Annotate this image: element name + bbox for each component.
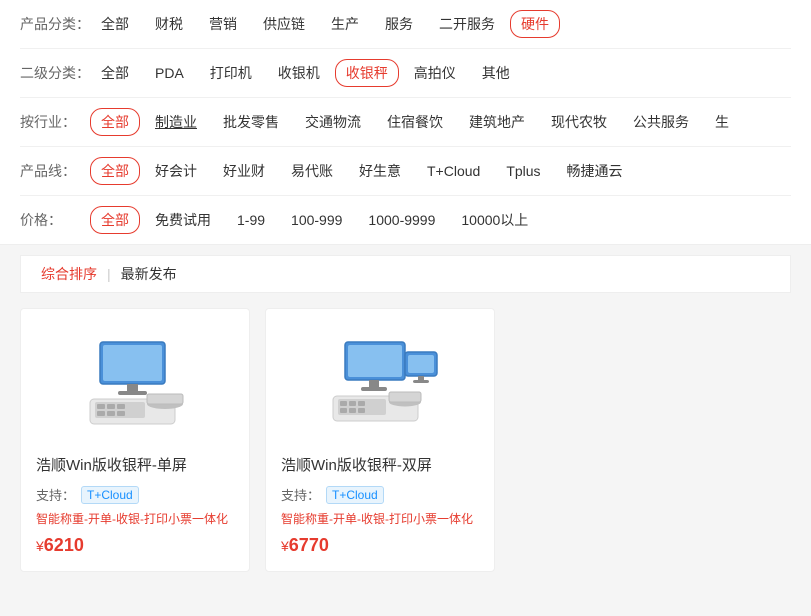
filter-item-tcloud[interactable]: T+Cloud [416,159,491,183]
filter-item-10000plus[interactable]: 10000以上 [450,206,539,234]
product-img-area-2 [281,329,479,439]
filter-item-cashregister[interactable]: 收银机 [267,59,331,87]
filter-item-other[interactable]: 其他 [471,59,521,87]
filter-row-product-line: 产品线： 全部 好会计 好业财 易代账 好生意 T+Cloud Tplus 畅捷… [20,147,791,196]
filter-items-industry: 全部 制造业 批发零售 交通物流 住宿餐饮 建筑地产 现代农牧 公共服务 生 [90,108,740,136]
filter-label-product-category: 产品分类： [20,14,90,34]
filter-label-price: 价格： [20,210,90,230]
product-price-2: ¥6770 [281,535,479,556]
filter-item-production[interactable]: 生产 [320,10,370,38]
product-desc-2: 智能称重-开单-收银-打印小票一体化 [281,510,479,527]
product-price-1: ¥6210 [36,535,234,556]
support-badge-1: T+Cloud [81,486,139,504]
product-desc-1: 智能称重-开单-收银-打印小票一体化 [36,510,234,527]
product-image-1 [70,334,200,434]
filter-item-highcam[interactable]: 高拍仪 [403,59,467,87]
product-support-label-1: 支持： [36,485,75,504]
filter-item-hss[interactable]: 好生意 [348,157,412,185]
support-badge-2: T+Cloud [326,486,384,504]
filter-item-hotel[interactable]: 住宿餐饮 [376,108,454,136]
filter-item-all-sub[interactable]: 全部 [90,59,140,87]
filter-item-ydy[interactable]: 易代账 [280,157,344,185]
filter-item-jjty[interactable]: 畅捷通云 [556,157,634,185]
filter-row-price: 价格： 全部 免费试用 1-99 100-999 1000-9999 10000… [20,196,791,244]
filter-items-sub-category: 全部 PDA 打印机 收银机 收银秤 高拍仪 其他 [90,59,521,87]
filter-item-pda[interactable]: PDA [144,61,195,85]
product-support-1: 支持： T+Cloud [36,485,234,504]
filter-item-public[interactable]: 公共服务 [622,108,700,136]
filter-item-hyc[interactable]: 好业财 [212,157,276,185]
products-area: 浩顺Win版收银秤-单屏 支持： T+Cloud 智能称重-开单-收银-打印小票… [0,293,811,587]
product-card-1[interactable]: 浩顺Win版收银秤-单屏 支持： T+Cloud 智能称重-开单-收银-打印小票… [20,308,250,572]
filter-item-hkj[interactable]: 好会计 [144,157,208,185]
filter-item-all-price[interactable]: 全部 [90,206,140,234]
filter-item-agri[interactable]: 现代农牧 [540,108,618,136]
filter-items-product-line: 全部 好会计 好业财 易代账 好生意 T+Cloud Tplus 畅捷通云 [90,157,634,185]
filter-item-wholesale[interactable]: 批发零售 [212,108,290,136]
filter-label-product-line: 产品线： [20,161,90,181]
sort-item-latest[interactable]: 最新发布 [116,264,182,284]
filter-item-free[interactable]: 免费试用 [144,206,222,234]
sort-divider: | [102,266,116,282]
product-name-1: 浩顺Win版收银秤-单屏 [36,454,234,475]
filter-items-price: 全部 免费试用 1-99 100-999 1000-9999 10000以上 [90,206,539,234]
currency-symbol-1: ¥ [36,538,44,554]
product-card-2[interactable]: 浩顺Win版收银秤-双屏 支持： T+Cloud 智能称重-开单-收银-打印小票… [265,308,495,572]
filter-item-printer[interactable]: 打印机 [199,59,263,87]
product-support-2: 支持： T+Cloud [281,485,479,504]
filter-item-service[interactable]: 服务 [374,10,424,38]
filter-item-all-industry[interactable]: 全部 [90,108,140,136]
filter-item-all-product[interactable]: 全部 [90,10,140,38]
filter-item-1000-9999[interactable]: 1000-9999 [357,208,446,232]
price-number-1: 6210 [44,535,84,555]
filter-item-cashscale[interactable]: 收银秤 [335,59,399,87]
price-number-2: 6770 [289,535,329,555]
filter-item-1-99[interactable]: 1-99 [226,208,276,232]
filter-item-all-line[interactable]: 全部 [90,157,140,185]
sort-bar: 综合排序 | 最新发布 [20,255,791,293]
filter-item-secondary[interactable]: 二开服务 [428,10,506,38]
product-image-2 [315,334,445,434]
filter-item-marketing[interactable]: 营销 [198,10,248,38]
currency-symbol-2: ¥ [281,538,289,554]
product-name-2: 浩顺Win版收银秤-双屏 [281,454,479,475]
filter-item-tplus[interactable]: Tplus [495,159,551,183]
filter-item-tax[interactable]: 财税 [144,10,194,38]
filter-item-bio[interactable]: 生 [704,108,740,136]
filter-row-industry: 按行业： 全部 制造业 批发零售 交通物流 住宿餐饮 建筑地产 现代农牧 公共服… [20,98,791,147]
filter-item-transport[interactable]: 交通物流 [294,108,372,136]
filter-label-industry: 按行业： [20,112,90,132]
filter-item-100-999[interactable]: 100-999 [280,208,353,232]
filter-items-product-category: 全部 财税 营销 供应链 生产 服务 二开服务 硬件 [90,10,560,38]
product-support-label-2: 支持： [281,485,320,504]
filter-section: 产品分类： 全部 财税 营销 供应链 生产 服务 二开服务 硬件 二级分类： 全… [0,0,811,245]
filter-label-sub-category: 二级分类： [20,63,90,83]
sort-item-comprehensive[interactable]: 综合排序 [36,264,102,284]
filter-row-product-category: 产品分类： 全部 财税 营销 供应链 生产 服务 二开服务 硬件 [20,0,791,49]
filter-item-supply[interactable]: 供应链 [252,10,316,38]
filter-item-manufacturing[interactable]: 制造业 [144,108,208,136]
filter-row-sub-category: 二级分类： 全部 PDA 打印机 收银机 收银秤 高拍仪 其他 [20,49,791,98]
filter-item-hardware[interactable]: 硬件 [510,10,560,38]
product-img-area-1 [36,329,234,439]
filter-item-construction[interactable]: 建筑地产 [458,108,536,136]
